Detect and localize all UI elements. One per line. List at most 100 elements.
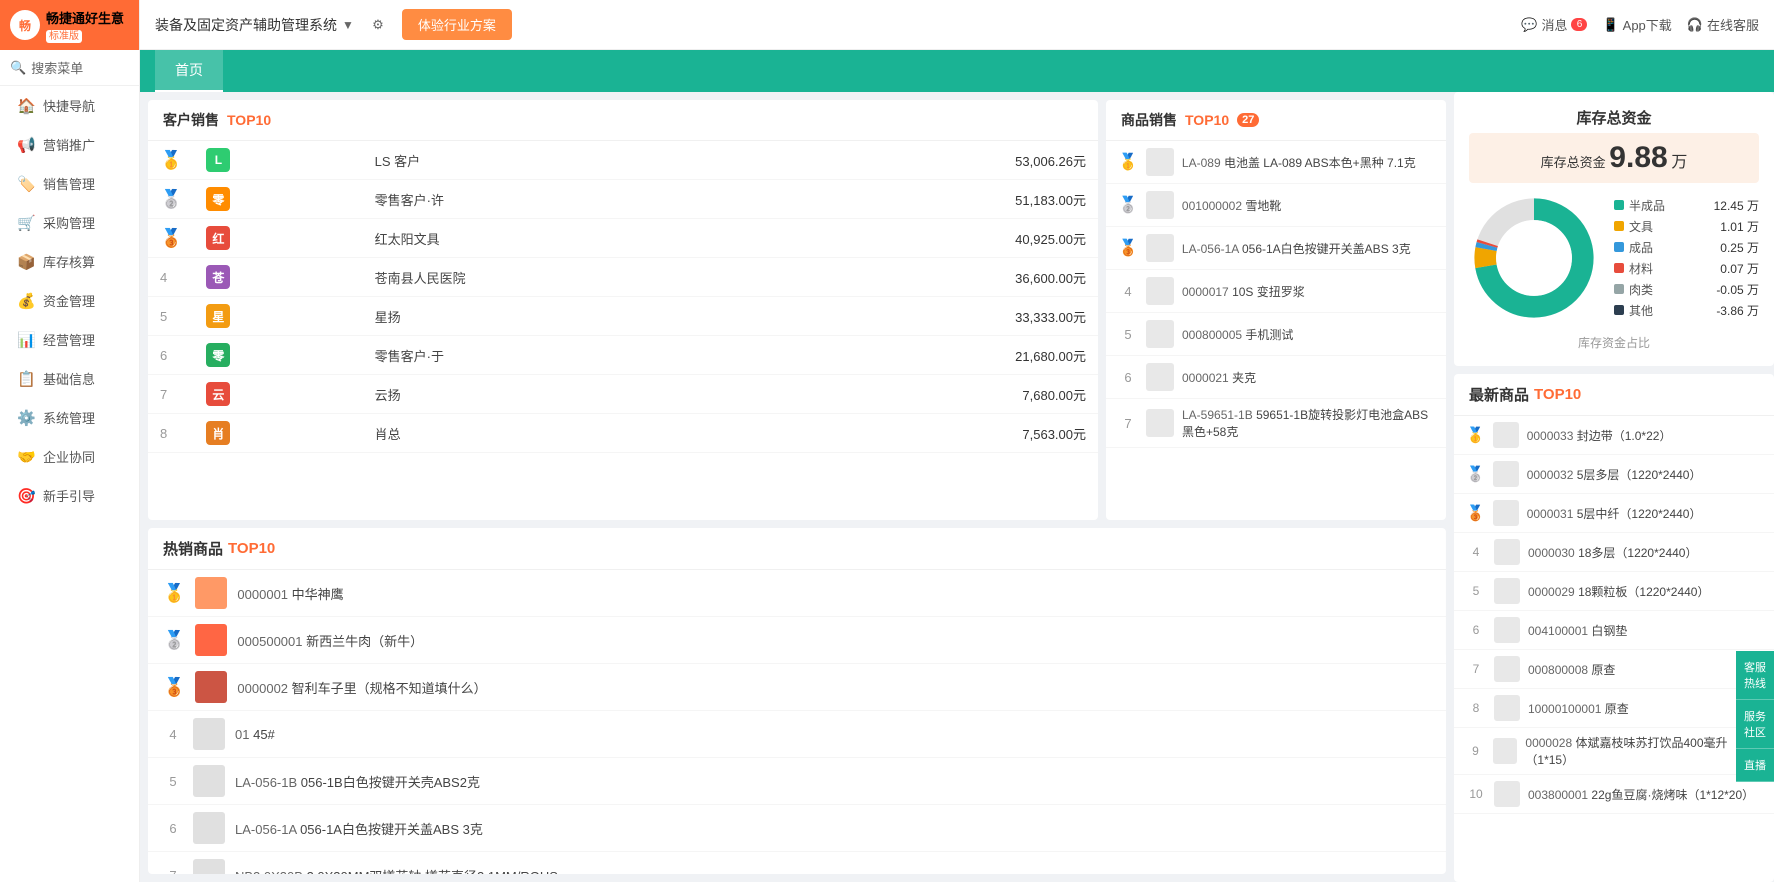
- hot-product-code: LA-056-1A: [235, 822, 296, 837]
- hot-product-info: 0000001 中华神鹰: [237, 584, 343, 603]
- product-name: 10S 变扭罗浆: [1232, 285, 1305, 299]
- hot-products-list: 🥇 0000001 中华神鹰 🥈 000500001 新西兰牛肉（新牛） 🥉 0…: [148, 570, 1446, 874]
- settings-button[interactable]: ⚙: [364, 11, 392, 39]
- search-menu[interactable]: 🔍 搜索菜单: [0, 50, 139, 86]
- product-img: [1146, 191, 1174, 219]
- amount-cell: 53,006.26元: [766, 141, 1098, 180]
- customer-table-row: 7 云 云扬 7,680.00元: [148, 375, 1098, 414]
- sidebar-item-enterprise[interactable]: 🤝 企业协同: [0, 437, 139, 476]
- new-product-code: 004100001: [1528, 624, 1588, 638]
- float-btn-community[interactable]: 服务 社区: [1736, 700, 1774, 749]
- customer-table-row: 🥈 零 零售客户·许 51,183.00元: [148, 180, 1098, 219]
- product-info: 0000017 10S 变扭罗浆: [1182, 283, 1434, 300]
- float-buttons: 客服 热线 服务 社区 直播: [1736, 651, 1774, 782]
- new-product-img: [1494, 656, 1520, 682]
- base-icon: 📋: [17, 370, 35, 388]
- online-service-item[interactable]: 🎧 在线客服: [1687, 15, 1759, 34]
- hot-product-name: 2.0X30MM双搓花轴,搓花直径2.1MM/ROHS: [307, 869, 558, 875]
- rank-cell: 7: [148, 375, 194, 414]
- hot-product-row: 5 LA-056-1B 056-1B白色按键开关壳ABS2克: [148, 758, 1446, 805]
- topbar-right: 💬 消息 6 📱 App下载 🎧 在线客服: [1521, 15, 1759, 34]
- new-product-name: 白钢垫: [1591, 624, 1627, 638]
- hot-product-code: LA-056-1B: [235, 775, 297, 790]
- sidebar-item-marketing[interactable]: 📢 营销推广: [0, 125, 139, 164]
- customer-name-cell: LS 客户: [363, 141, 766, 180]
- legend-item: 材料 0.07 万: [1614, 260, 1759, 277]
- new-product-code: 000800008: [1528, 663, 1588, 677]
- product-code: LA-59651-1B: [1182, 408, 1253, 422]
- inventory-footer: 库存资金占比: [1469, 334, 1759, 351]
- customer-table: 🥇 L LS 客户 53,006.26元 🥈 零 零售客户·许 51,183.0…: [148, 141, 1098, 520]
- product-sales-panel: 商品销售 TOP10 27 🥇 LA-089 电池盖 LA-089 ABS本色+…: [1106, 100, 1446, 520]
- topbar: 装备及固定资产辅助管理系统 ▼ ⚙ 体验行业方案 💬 消息 6 📱 App下载 …: [140, 0, 1774, 50]
- customer-name-cell: 零售客户·许: [363, 180, 766, 219]
- new-product-img: [1494, 539, 1520, 565]
- legend-label: 其他: [1629, 302, 1711, 319]
- float-btn-service[interactable]: 客服 热线: [1736, 651, 1774, 700]
- amount-cell: 21,680.00元: [766, 336, 1098, 375]
- finance-icon: 💰: [17, 292, 35, 310]
- product-name: 电池盖 LA-089 ABS本色+黑种 7.1克: [1224, 156, 1416, 170]
- main-container: 装备及固定资产辅助管理系统 ▼ ⚙ 体验行业方案 💬 消息 6 📱 App下载 …: [140, 0, 1774, 882]
- product-img: [1146, 148, 1174, 176]
- customer-top10-panel: 客户销售 TOP10 🥇 L LS 客户 53,006.26元 🥈 零 零售客户…: [148, 100, 1098, 520]
- legend-items: 半成品 12.45 万 文具 1.01 万 成品 0.25 万 材料 0.07 …: [1614, 197, 1759, 323]
- new-product-img: [1493, 738, 1518, 764]
- hot-product-row: 6 LA-056-1A 056-1A白色按键开关盖ABS 3克: [148, 805, 1446, 852]
- product-sales-list: 🥇 LA-089 电池盖 LA-089 ABS本色+黑种 7.1克 🥈 0010…: [1106, 141, 1446, 520]
- top-panels: 客户销售 TOP10 🥇 L LS 客户 53,006.26元 🥈 零 零售客户…: [148, 100, 1446, 520]
- sidebar-item-sales[interactable]: 🏷️ 销售管理: [0, 164, 139, 203]
- new-product-row: 10 003800001 22g鱼豆腐·烧烤味（1*12*20）: [1454, 775, 1774, 814]
- sidebar-item-purchase[interactable]: 🛒 采购管理: [0, 203, 139, 242]
- rank-cell: 4: [148, 258, 194, 297]
- new-product-info: 10000100001 原查: [1528, 700, 1629, 717]
- sidebar-item-system[interactable]: ⚙️ 系统管理: [0, 398, 139, 437]
- system-icon: ⚙️: [17, 409, 35, 427]
- product-name: 夹克: [1232, 371, 1256, 385]
- inventory-panel: 库存总资金 库存总资金 9.88 万: [1454, 92, 1774, 366]
- sidebar-item-base-info[interactable]: 📋 基础信息: [0, 359, 139, 398]
- new-product-info: 000800008 原查: [1528, 661, 1615, 678]
- hot-product-code: 01: [235, 727, 249, 742]
- hot-product-code: NB2.0X30B: [235, 869, 303, 875]
- new-product-row: 9 0000028 体斌嘉枝味苏打饮品400毫升（1*15）: [1454, 728, 1774, 775]
- sales-icon: 🏷️: [17, 175, 35, 193]
- sidebar-item-inventory[interactable]: 📦 库存核算: [0, 242, 139, 281]
- new-product-row: 🥇 0000033 封边带（1.0*22）: [1454, 416, 1774, 455]
- legend-value: -3.86 万: [1716, 302, 1759, 319]
- hot-product-code: 000500001: [237, 634, 302, 649]
- new-product-code: 0000028: [1525, 736, 1572, 750]
- sidebar: 畅 畅捷通好生意 标准版 🔍 搜索菜单 🏠 快捷导航 📢 营销推广 🏷️ 销售管…: [0, 0, 140, 882]
- sidebar-item-operations[interactable]: 📊 经营管理: [0, 320, 139, 359]
- trial-button[interactable]: 体验行业方案: [402, 9, 512, 40]
- rank-cell: 🥉: [148, 219, 194, 258]
- new-product-row: 🥉 0000031 5层中纤（1220*2440）: [1454, 494, 1774, 533]
- title-dropdown[interactable]: ▼: [342, 18, 354, 32]
- customer-table-row: 🥇 L LS 客户 53,006.26元: [148, 141, 1098, 180]
- customer-table-row: 6 零 零售客户·于 21,680.00元: [148, 336, 1098, 375]
- tab-home[interactable]: 首页: [155, 50, 223, 92]
- app-download-item[interactable]: 📱 App下载: [1602, 15, 1671, 34]
- ops-icon: 📊: [17, 331, 35, 349]
- sidebar-item-quick-nav[interactable]: 🏠 快捷导航: [0, 86, 139, 125]
- new-product-name: 5层中纤（1220*2440）: [1577, 507, 1702, 521]
- hot-product-name: 智利车子里（规格不知道填什么）: [292, 681, 487, 696]
- amount-cell: 7,563.00元: [766, 414, 1098, 453]
- new-product-img: [1493, 461, 1519, 487]
- product-code: 000800005: [1182, 328, 1242, 342]
- product-sales-item: 🥈 001000002 雪地靴: [1106, 184, 1446, 227]
- notification-item[interactable]: 💬 消息 6: [1521, 15, 1587, 34]
- system-title: 装备及固定资产辅助管理系统 ▼: [155, 15, 354, 35]
- new-product-row: 8 10000100001 原查: [1454, 689, 1774, 728]
- product-img: [1146, 234, 1174, 262]
- product-code: 0000021: [1182, 371, 1229, 385]
- float-btn-live[interactable]: 直播: [1736, 749, 1774, 782]
- donut-svg: [1469, 193, 1599, 323]
- hot-product-info: LA-056-1A 056-1A白色按键开关盖ABS 3克: [235, 819, 483, 838]
- legend-label: 肉类: [1629, 281, 1711, 298]
- inventory-amount-box: 库存总资金 9.88 万: [1469, 133, 1759, 183]
- sidebar-item-guide[interactable]: 🎯 新手引导: [0, 476, 139, 515]
- new-products-title: 最新商品 TOP10: [1454, 374, 1774, 416]
- sidebar-item-finance[interactable]: 💰 资金管理: [0, 281, 139, 320]
- guide-icon: 🎯: [17, 487, 35, 505]
